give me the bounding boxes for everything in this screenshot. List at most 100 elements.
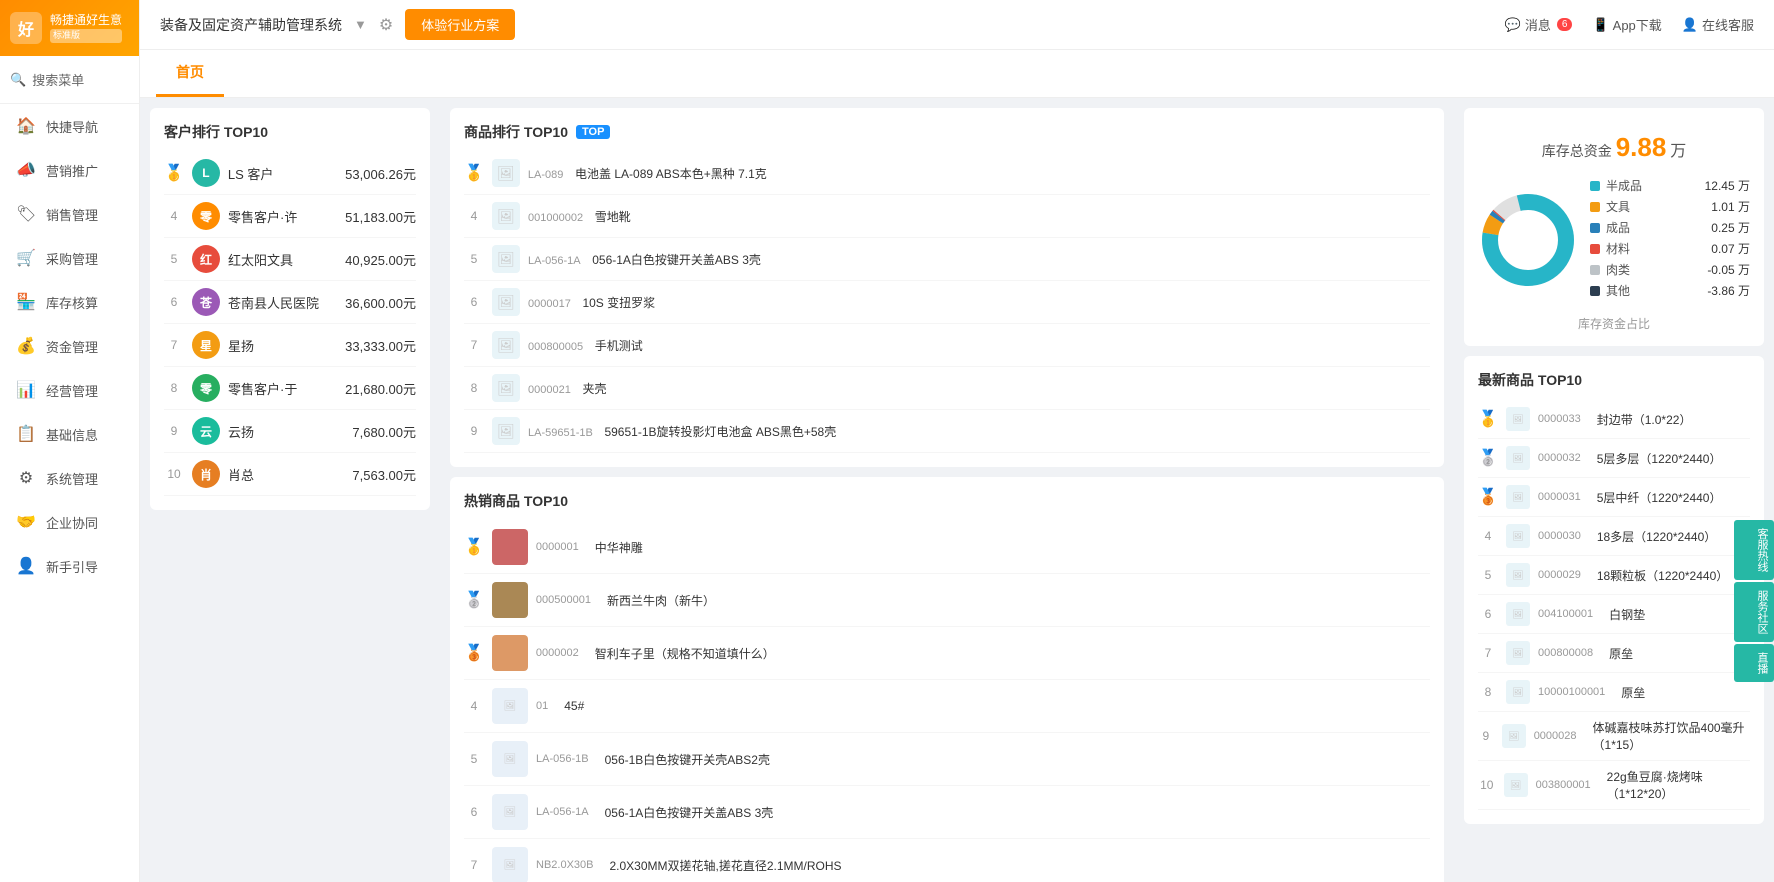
rank-num: 9 xyxy=(464,424,484,438)
new-product-name: 体碱嘉枝味苏打饮品400毫升（1*15） xyxy=(1593,719,1750,753)
top10-badge: TOP xyxy=(576,125,610,139)
new-products-card: 最新商品 TOP10 🥇 🖼 0000033 封边带（1.0*22）🥈 🖼 00… xyxy=(1464,356,1764,824)
sidebar-item-purchase[interactable]: 🛒 采购管理 xyxy=(0,236,139,280)
rank-num: 6 xyxy=(464,295,484,309)
hot-product-code: 000500001 xyxy=(536,594,591,606)
hot-products-title-text: 热销商品 TOP10 xyxy=(464,491,568,511)
new-product-thumb: 🖼 xyxy=(1506,446,1530,470)
sidebar-nav: 🏠 快捷导航📣 营销推广🏷 销售管理🛒 采购管理🏪 库存核算💰 资金管理📊 经营… xyxy=(0,104,139,588)
float-btn-直播[interactable]: 直播 xyxy=(1734,644,1774,682)
customer-name: 红太阳文具 xyxy=(228,250,337,269)
nav-label-marketing: 营销推广 xyxy=(46,161,98,180)
hot-product-name: 中华神雕 xyxy=(595,539,643,556)
settings-icon[interactable]: ⚙ xyxy=(379,15,393,35)
customer-row: 🥇 L LS 客户 53,006.26元 xyxy=(164,152,416,195)
rank-medal: 🥈 xyxy=(1478,448,1498,468)
hot-product-name: 2.0X30MM双搓花轴,搓花直径2.1MM/ROHS xyxy=(609,857,841,874)
inventory-card: 库存总资金 9.88 万 半成品 12.45 万 文具 1.01 万 xyxy=(1464,108,1764,346)
image-icon: 🖼 xyxy=(497,337,515,354)
app-name: 畅捷通好生意 xyxy=(50,13,122,29)
new-product-thumb: 🖼 xyxy=(1502,724,1526,748)
nav-label-system: 系统管理 xyxy=(46,469,98,488)
new-product-row: 6 🖼 004100001 白钢垫 xyxy=(1478,595,1750,634)
new-product-thumb: 🖼 xyxy=(1506,485,1530,509)
nav-icon-sales: 🏷 xyxy=(16,204,36,224)
donut-chart xyxy=(1478,190,1578,290)
new-product-name: 5层多层（1220*2440） xyxy=(1597,450,1722,467)
hot-product-code: 0000001 xyxy=(536,541,579,553)
product-qty-row: 4 🖼 001000002 雪地靴 xyxy=(464,195,1430,238)
customer-name: 苍南县人民医院 xyxy=(228,293,337,312)
search-menu-label: 搜索菜单 xyxy=(32,70,84,89)
float-btn-客服热线[interactable]: 客服热线 xyxy=(1734,520,1774,580)
sidebar-item-marketing[interactable]: 📣 营销推广 xyxy=(0,148,139,192)
product-name: 电池盖 LA-089 ABS本色+黑种 7.1克 xyxy=(575,167,767,181)
sidebar-item-inventory[interactable]: 🏪 库存核算 xyxy=(0,280,139,324)
customer-row: 7 星 星扬 33,333.00元 xyxy=(164,324,416,367)
hot-product-row: 5 🖼 LA-056-1B 056-1B白色按键开关壳ABS2壳 xyxy=(464,733,1430,786)
float-panel: 客服热线服务社区直播 xyxy=(1734,520,1774,682)
hot-product-img: 🖼 xyxy=(492,741,528,777)
top-products-qty-title: 商品排行 TOP10 TOP xyxy=(464,122,1430,142)
nav-label-finance: 资金管理 xyxy=(46,337,98,356)
sidebar-item-basic-info[interactable]: 📋 基础信息 xyxy=(0,412,139,456)
rank-num: 7 xyxy=(464,338,484,352)
new-product-row: 7 🖼 000800008 原垒 xyxy=(1478,634,1750,673)
hot-product-img xyxy=(492,529,528,565)
experience-btn[interactable]: 体验行业方案 xyxy=(405,9,515,40)
legend-value: 0.25 万 xyxy=(1711,219,1750,236)
new-product-code: 0000031 xyxy=(1538,491,1581,503)
hot-product-code: NB2.0X30B xyxy=(536,859,593,871)
image-icon: 🖼 xyxy=(497,294,515,311)
product-info: LA-056-1A 056-1A白色按键开关盖ABS 3壳 xyxy=(528,251,1430,268)
sidebar-item-system[interactable]: ⚙ 系统管理 xyxy=(0,456,139,500)
legend-value: 0.07 万 xyxy=(1711,240,1750,257)
customer-row: 9 云 云扬 7,680.00元 xyxy=(164,410,416,453)
sidebar-item-quick-nav[interactable]: 🏠 快捷导航 xyxy=(0,104,139,148)
sidebar-item-finance[interactable]: 💰 资金管理 xyxy=(0,324,139,368)
dropdown-arrow-icon[interactable]: ▼ xyxy=(354,17,367,32)
tab-home[interactable]: 首页 xyxy=(156,50,224,97)
new-product-row: 5 🖼 0000029 18颗粒板（1220*2440） xyxy=(1478,556,1750,595)
nav-label-cooperation: 企业协同 xyxy=(46,513,98,532)
legend-dot xyxy=(1590,265,1600,275)
new-product-code: 0000028 xyxy=(1534,730,1577,742)
product-code: 0000021 xyxy=(528,384,571,396)
product-thumb: 🖼 xyxy=(492,288,520,316)
customer-avatar: 零 xyxy=(192,202,220,230)
sidebar-search[interactable]: 🔍 搜索菜单 xyxy=(0,56,139,104)
rank-num: 6 xyxy=(1478,607,1498,621)
topbar-right: 💬 消息 6 📱 App下载 👤 在线客服 xyxy=(1505,15,1754,34)
new-product-name: 18多层（1220*2440） xyxy=(1597,528,1716,545)
search-menu-button[interactable]: 🔍 搜索菜单 xyxy=(10,66,129,93)
sidebar-item-guide[interactable]: 👤 新手引导 xyxy=(0,544,139,588)
col-left: 客户排行 TOP10 🥇 L LS 客户 53,006.26元4 零 零售客户·… xyxy=(140,98,440,882)
new-product-name: 22g鱼豆腐·烧烤味（1*12*20） xyxy=(1607,768,1750,802)
col-center: 商品排行 TOP10 TOP 🥇 🖼 LA-089 电池盖 LA-089 ABS… xyxy=(440,98,1454,882)
online-service-btn[interactable]: 👤 在线客服 xyxy=(1682,15,1754,34)
customer-amount: 40,925.00元 xyxy=(345,250,416,269)
top-customers-title-text: 客户排行 TOP10 xyxy=(164,122,268,142)
sidebar-item-sales[interactable]: 🏷 销售管理 xyxy=(0,192,139,236)
nav-icon-system: ⚙ xyxy=(16,468,36,488)
inventory-total: 库存总资金 9.88 万 xyxy=(1478,122,1750,169)
legend-value: 12.45 万 xyxy=(1705,177,1750,194)
sidebar-item-cooperation[interactable]: 🤝 企业协同 xyxy=(0,500,139,544)
float-btn-服务社区[interactable]: 服务社区 xyxy=(1734,582,1774,642)
rank-num: 10 xyxy=(164,467,184,481)
sidebar-item-operations[interactable]: 📊 经营管理 xyxy=(0,368,139,412)
rank-num: 7 xyxy=(464,858,484,872)
app-download-btn[interactable]: 📱 App下载 xyxy=(1592,15,1661,34)
legend-dot xyxy=(1590,181,1600,191)
rank-num: 5 xyxy=(164,252,184,266)
rank-medal: 🥇 xyxy=(164,163,184,183)
new-product-thumb: 🖼 xyxy=(1506,524,1530,548)
online-service-label: 在线客服 xyxy=(1702,15,1754,34)
customer-row: 5 红 红太阳文具 40,925.00元 xyxy=(164,238,416,281)
nav-icon-cooperation: 🤝 xyxy=(16,512,36,532)
image-icon: 🖼 xyxy=(497,423,515,440)
message-btn[interactable]: 💬 消息 6 xyxy=(1505,15,1573,34)
app-download-label: App下载 xyxy=(1613,15,1662,34)
product-name: 夹壳 xyxy=(582,382,606,396)
rank-num: 6 xyxy=(164,295,184,309)
